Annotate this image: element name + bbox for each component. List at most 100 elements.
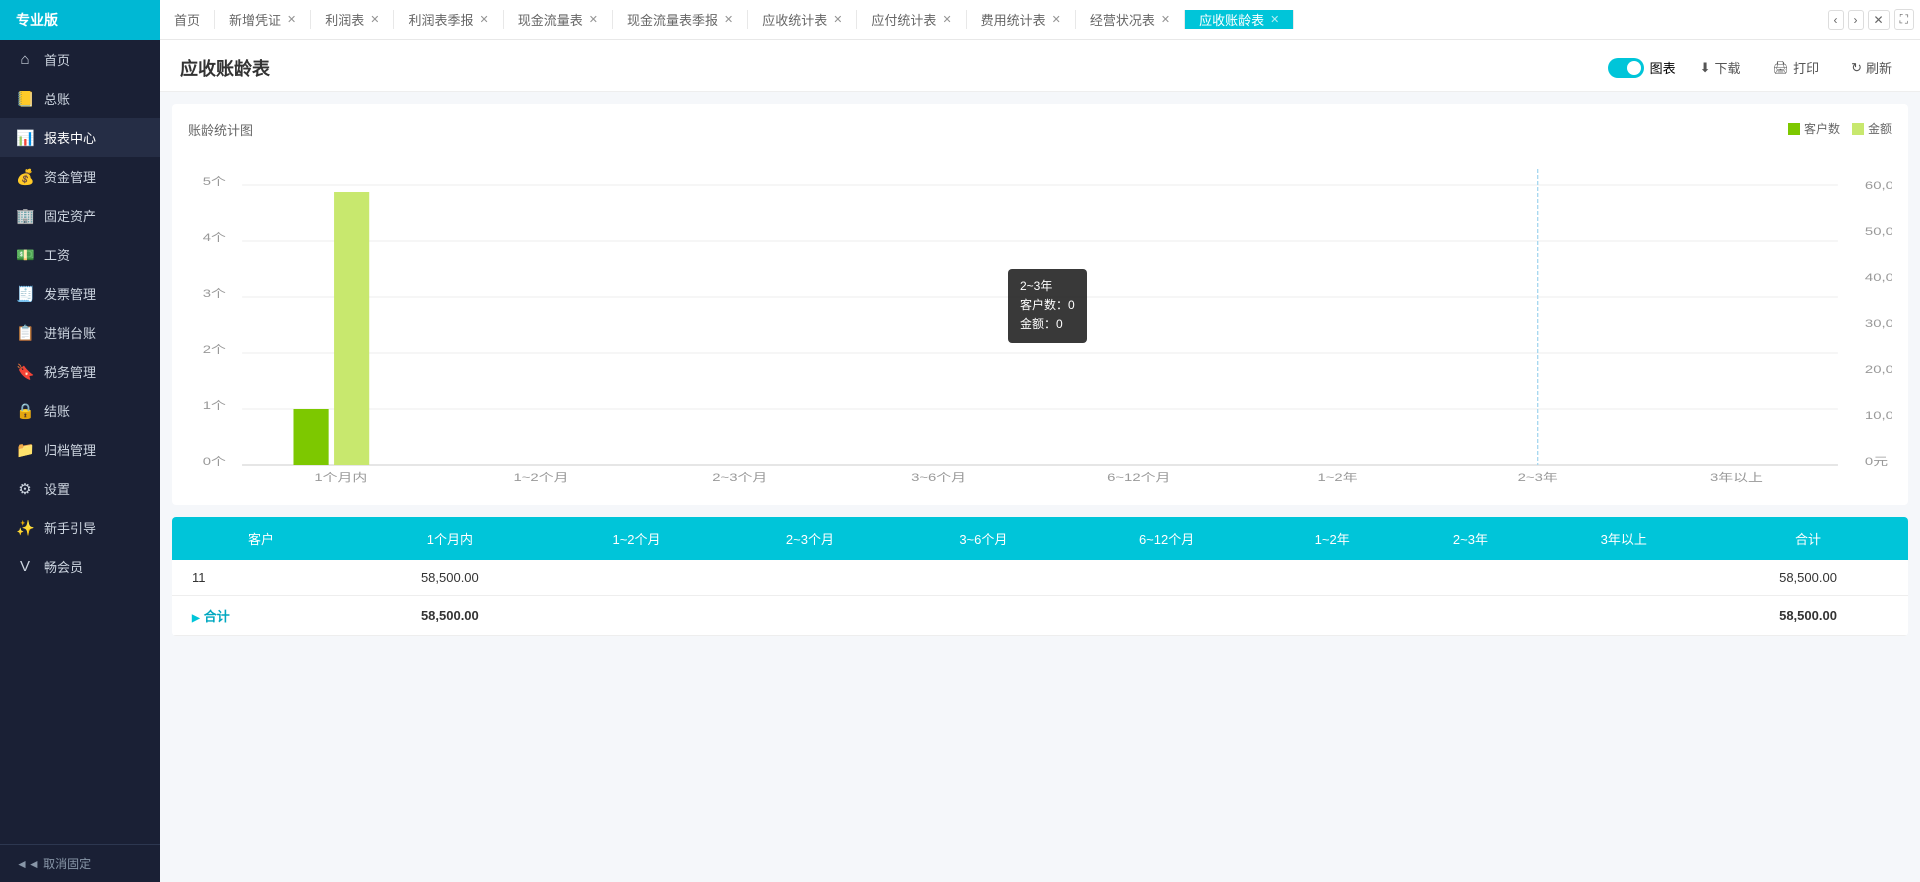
sidebar-item-payroll[interactable]: 💵工资 <box>0 235 160 274</box>
tab-close-button[interactable]: ✕ <box>1868 10 1890 30</box>
tab-close-voucher[interactable]: ✕ <box>287 13 296 26</box>
tab-profit[interactable]: 利润表 ✕ <box>311 10 394 29</box>
tab-close-profit-q[interactable]: ✕ <box>480 13 489 26</box>
tab-label-ap-stat: 应付统计表 <box>871 10 936 29</box>
tab-biz[interactable]: 经营状况表✕ <box>1076 10 1185 29</box>
main-area: 首页新增凭证✕利润表✕利润表季报✕现金流量表✕现金流量表季报✕应收统计表✕应付统… <box>160 0 1920 882</box>
tab-prev-button[interactable]: ‹ <box>1828 10 1844 30</box>
cell-m12-0 <box>550 560 723 596</box>
col-m36: 3~6个月 <box>897 517 1070 560</box>
sidebar-label-settle: 结账 <box>44 401 70 420</box>
svg-text:1个月内: 1个月内 <box>314 471 367 484</box>
sidebar-item-guide[interactable]: ✨新手引导 <box>0 508 160 547</box>
legend-customer-count: 客户数 <box>1788 120 1840 137</box>
tab-cashflow[interactable]: 现金流量表✕ <box>504 10 613 29</box>
chart-toggle-label: 图表 <box>1650 58 1676 77</box>
sidebar-item-sales[interactable]: 📋进销台账 <box>0 313 160 352</box>
cell-m1-0: 58,500.00 <box>350 560 550 596</box>
print-button[interactable]: 🖨 打印 <box>1765 54 1828 81</box>
legend-customer-label: 客户数 <box>1804 120 1840 137</box>
cell-customer-0: 11 <box>172 560 350 596</box>
cell-total-0: 58,500.00 <box>1708 560 1908 596</box>
svg-text:10,000.00元: 10,000.00元 <box>1865 409 1892 422</box>
chart-legend: 客户数 金额 <box>1788 120 1892 137</box>
col-m1: 1个月内 <box>350 517 550 560</box>
tab-home[interactable]: 首页 <box>160 10 215 29</box>
svg-text:1~2个月: 1~2个月 <box>513 471 568 484</box>
col-total: 合计 <box>1708 517 1908 560</box>
sidebar-label-vip: 畅会员 <box>44 557 83 576</box>
sidebar-label-settings: 设置 <box>44 479 70 498</box>
tab-ar-stat[interactable]: 应收统计表✕ <box>748 10 857 29</box>
sidebar-item-invoice[interactable]: 🧾发票管理 <box>0 274 160 313</box>
tab-label-home: 首页 <box>174 10 200 29</box>
tab-close-cashflow-q[interactable]: ✕ <box>724 13 733 26</box>
svg-text:3个: 3个 <box>203 287 226 300</box>
sidebar-icon-assets: 🏢 <box>16 207 34 225</box>
tab-label-cashflow-q: 现金流量表季报 <box>627 10 718 29</box>
tab-bar: 首页新增凭证✕利润表✕利润表季报✕现金流量表✕现金流量表季报✕应收统计表✕应付统… <box>160 0 1920 40</box>
sidebar-item-ledger[interactable]: 📒总账 <box>0 79 160 118</box>
page-actions: 图表 ⬇ 下载 🖨 打印 ↻ 刷新 <box>1608 54 1900 81</box>
total-y3p <box>1540 596 1708 636</box>
col-y23: 2~3年 <box>1401 517 1539 560</box>
download-button[interactable]: ⬇ 下载 <box>1692 54 1749 81</box>
legend-light-dot <box>1852 123 1864 135</box>
tab-label-voucher: 新增凭证 <box>229 10 281 29</box>
refresh-icon: ↻ <box>1851 60 1862 76</box>
sidebar-item-assets[interactable]: 🏢固定资产 <box>0 196 160 235</box>
tab-close-expense[interactable]: ✕ <box>1052 13 1061 26</box>
sidebar-item-archive[interactable]: 📁归档管理 <box>0 430 160 469</box>
sidebar-item-tax[interactable]: 🔖税务管理 <box>0 352 160 391</box>
tab-next-button[interactable]: › <box>1848 10 1864 30</box>
svg-text:6~12个月: 6~12个月 <box>1107 471 1170 484</box>
sidebar-label-reports: 报表中心 <box>44 128 96 147</box>
sidebar-footer-toggle[interactable]: ◄◄ 取消固定 <box>0 844 160 882</box>
sidebar: 专业版 ⌂首页📒总账📊报表中心💰资金管理🏢固定资产💵工资🧾发票管理📋进销台账🔖税… <box>0 0 160 882</box>
svg-text:1~2年: 1~2年 <box>1317 471 1357 484</box>
tab-cashflow-q[interactable]: 现金流量表季报 ✕ <box>613 10 748 29</box>
tab-close-biz[interactable]: ✕ <box>1161 13 1170 26</box>
cell-m23-0 <box>723 560 896 596</box>
table-total-row: ▶合计 58,500.00 58,500.00 <box>172 596 1908 636</box>
sidebar-icon-settle: 🔒 <box>16 402 34 420</box>
cell-m612-0 <box>1070 560 1263 596</box>
page-content: 应收账龄表 图表 ⬇ 下载 🖨 打印 ↻ 刷新 <box>160 40 1920 882</box>
tab-label-profit: 利润表 <box>325 10 364 29</box>
sidebar-label-capital: 资金管理 <box>44 167 96 186</box>
tab-label-expense: 费用统计表 <box>981 10 1046 29</box>
chart-toggle[interactable] <box>1608 58 1644 78</box>
total-m23 <box>723 596 896 636</box>
sidebar-item-capital[interactable]: 💰资金管理 <box>0 157 160 196</box>
total-m612 <box>1070 596 1263 636</box>
svg-text:3年以上: 3年以上 <box>1710 471 1763 484</box>
tab-close-ar-age[interactable]: ✕ <box>1270 13 1279 26</box>
tab-close-ar-stat[interactable]: ✕ <box>833 13 842 26</box>
tab-close-profit[interactable]: ✕ <box>370 13 379 26</box>
tab-expense[interactable]: 费用统计表 ✕ <box>967 10 1076 29</box>
col-m612: 6~12个月 <box>1070 517 1263 560</box>
refresh-button[interactable]: ↻ 刷新 <box>1843 54 1900 81</box>
sidebar-item-vip[interactable]: V畅会员 <box>0 547 160 586</box>
sidebar-label-sales: 进销台账 <box>44 323 96 342</box>
tab-close-cashflow[interactable]: ✕ <box>589 13 598 26</box>
col-y12: 1~2年 <box>1263 517 1401 560</box>
tab-profit-q[interactable]: 利润表季报✕ <box>394 10 503 29</box>
svg-text:5个: 5个 <box>203 175 226 188</box>
tab-voucher[interactable]: 新增凭证 ✕ <box>215 10 311 29</box>
sidebar-item-home[interactable]: ⌂首页 <box>0 40 160 79</box>
cell-y23-0 <box>1401 560 1539 596</box>
sidebar-item-settings[interactable]: ⚙设置 <box>0 469 160 508</box>
chart-svg-wrap: 0个 1个 2个 3个 4个 5个 0元 10,000.00元 20,000.0… <box>188 149 1892 489</box>
tab-close-ap-stat[interactable]: ✕ <box>942 13 951 26</box>
sidebar-icon-archive: 📁 <box>16 441 34 459</box>
chart-section: 账龄统计图 客户数 金额 0个 1个 2个 3个 4个 <box>172 104 1908 505</box>
sidebar-item-settle[interactable]: 🔒 结账 <box>0 391 160 430</box>
legend-green-dot <box>1788 123 1800 135</box>
total-m1: 58,500.00 <box>350 596 550 636</box>
tab-ar-age[interactable]: 应收账龄表✕ <box>1185 10 1294 29</box>
tab-maximize-button[interactable]: ⛶ <box>1894 9 1914 30</box>
tab-ap-stat[interactable]: 应付统计表 ✕ <box>857 10 966 29</box>
sidebar-item-reports[interactable]: 📊报表中心 <box>0 118 160 157</box>
sidebar-label-guide: 新手引导 <box>44 518 96 537</box>
